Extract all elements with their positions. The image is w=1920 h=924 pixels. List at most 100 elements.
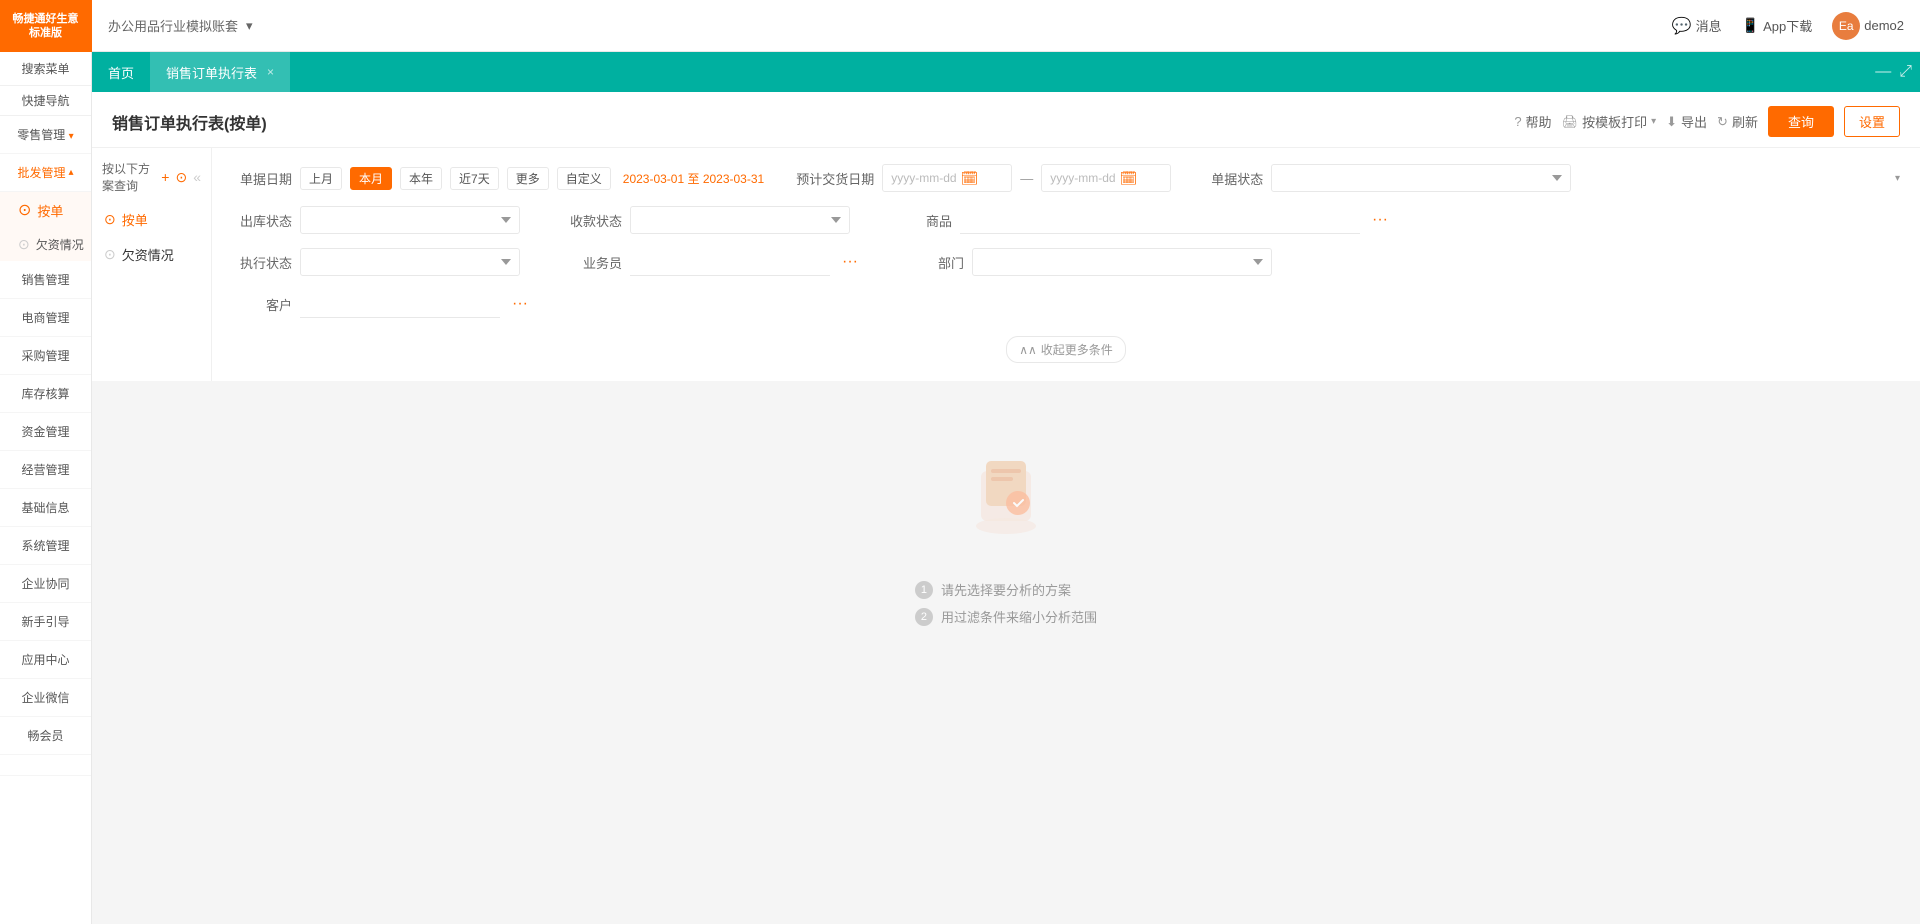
sidebar-search-label[interactable]: 搜索菜单 bbox=[21, 62, 69, 76]
sidebar-quicknav-section[interactable]: 快捷导航 bbox=[0, 86, 91, 116]
empty-state: 1 请先选择要分析的方案 2 用过滤条件来缩小分析范围 bbox=[92, 381, 1920, 694]
left-panel-item-debt[interactable]: ⊙ 欠资情况 bbox=[92, 237, 211, 272]
sidebar-item-operation[interactable]: 基础信息 bbox=[0, 489, 91, 527]
submenu-item-order-label: 按单 bbox=[37, 201, 63, 220]
copy-scheme-icon[interactable]: ⊙ bbox=[175, 169, 187, 186]
sidebar-item-member[interactable] bbox=[0, 755, 91, 776]
date-btn-more[interactable]: 更多 bbox=[507, 167, 549, 190]
help-button[interactable]: ? 帮助 bbox=[1514, 112, 1551, 131]
tab-close-icon[interactable]: × bbox=[267, 65, 274, 79]
delivery-status-select[interactable] bbox=[300, 206, 520, 234]
step-2-text: 用过滤条件来缩小分析范围 bbox=[941, 607, 1097, 626]
customer-more-icon[interactable]: ··· bbox=[508, 295, 532, 313]
doc-status-select[interactable] bbox=[1271, 164, 1571, 192]
empty-state-icon bbox=[956, 441, 1056, 560]
sidebar-item-appstore[interactable]: 企业微信 bbox=[0, 679, 91, 717]
header-arrow[interactable]: ▾ bbox=[246, 18, 253, 34]
sidebar-search-section[interactable]: 搜索菜单 bbox=[0, 52, 91, 86]
sidebar-item-retail-label: 零售管理 bbox=[17, 128, 65, 142]
sidebar-item-enterprise-label: 新手引导 bbox=[21, 615, 69, 629]
date-btn-last-month[interactable]: 上月 bbox=[300, 167, 342, 190]
sidebar-item-operation-label: 基础信息 bbox=[21, 501, 69, 515]
sidebar-item-retail[interactable]: 零售管理 ▾ bbox=[0, 116, 91, 154]
app-logo: 畅捷通好生意 标准版 bbox=[0, 0, 92, 52]
tab-sales-order[interactable]: 销售订单执行表 × bbox=[150, 52, 290, 92]
goods-input[interactable] bbox=[960, 206, 1360, 234]
date-btn-last7[interactable]: 近7天 bbox=[450, 167, 499, 190]
sidebar-item-wholesale-label: 批发管理 bbox=[17, 164, 65, 181]
step-1-number: 1 bbox=[915, 581, 933, 599]
sidebar-item-inventory[interactable]: 资金管理 bbox=[0, 413, 91, 451]
app-download-label: App下载 bbox=[1763, 16, 1812, 35]
expected-date-start-placeholder: yyyy-mm-dd bbox=[891, 171, 956, 185]
tab-home[interactable]: 首页 bbox=[92, 52, 150, 92]
sidebar-item-wholesale[interactable]: 批发管理 ▴ bbox=[0, 154, 91, 192]
date-separator: — bbox=[1020, 171, 1033, 186]
sidebar-item-guide[interactable]: 应用中心 bbox=[0, 641, 91, 679]
collapse-button[interactable]: ∧∧ 收起更多条件 bbox=[1006, 336, 1126, 363]
sidebar-item-basic[interactable]: 系统管理 bbox=[0, 527, 91, 565]
sidebar-item-system[interactable]: 企业协同 bbox=[0, 565, 91, 603]
sidebar-item-wechat-label: 畅会员 bbox=[27, 729, 63, 743]
user-avatar-text: Ea bbox=[1839, 19, 1854, 33]
sidebar-nav-label[interactable]: 快捷导航 bbox=[21, 94, 69, 108]
date-filter-group: 单据日期 上月 本月 本年 近7天 更多 自定义 2023-03-01 至 20… bbox=[232, 167, 764, 190]
salesperson-input[interactable] bbox=[630, 248, 830, 276]
submenu-item-debt[interactable]: ⊙ 欠资情况 bbox=[0, 228, 91, 261]
sidebar-item-purchase[interactable]: 库存核算 bbox=[0, 375, 91, 413]
main-area: 办公用品行业模拟账套 ▾ 💬 消息 📱 App下载 Ea demo2 首页 bbox=[92, 0, 1920, 924]
sidebar-item-finance[interactable]: 经营管理 bbox=[0, 451, 91, 489]
date-btn-custom[interactable]: 自定义 bbox=[557, 167, 611, 190]
filter-row-1: 单据日期 上月 本月 本年 近7天 更多 自定义 2023-03-01 至 20… bbox=[232, 164, 1900, 192]
date-label: 单据日期 bbox=[232, 169, 292, 188]
maximize-icon[interactable]: ⤢ bbox=[1899, 63, 1912, 81]
app-logo-text: 畅捷通好生意 bbox=[13, 12, 79, 26]
submenu-item-order[interactable]: ⊙ 按单 bbox=[0, 192, 91, 228]
customer-input[interactable] bbox=[300, 290, 500, 318]
tab-active-label: 销售订单执行表 bbox=[166, 63, 257, 82]
expected-date-end[interactable]: yyyy-mm-dd 🗓 bbox=[1041, 164, 1171, 192]
query-button[interactable]: 查询 bbox=[1768, 106, 1834, 137]
sidebar-item-ecommerce[interactable]: 采购管理 bbox=[0, 337, 91, 375]
payment-status-group: 收款状态 bbox=[562, 206, 850, 234]
left-panel-item-order[interactable]: ⊙ 按单 bbox=[92, 202, 211, 237]
settings-button[interactable]: 设置 bbox=[1844, 106, 1900, 137]
date-btn-this-year[interactable]: 本年 bbox=[400, 167, 442, 190]
export-button[interactable]: ⬇ 导出 bbox=[1666, 112, 1707, 131]
sidebar-item-wechat[interactable]: 畅会员 bbox=[0, 717, 91, 755]
collapse-panel-icon[interactable]: « bbox=[193, 169, 201, 185]
salesperson-more-icon[interactable]: ··· bbox=[838, 253, 862, 271]
calendar-end-icon[interactable]: 🗓 bbox=[1120, 170, 1138, 187]
app-download-button[interactable]: 📱 App下载 bbox=[1742, 16, 1813, 35]
execution-status-label: 执行状态 bbox=[232, 253, 292, 272]
sidebar-item-sales[interactable]: 电商管理 bbox=[0, 299, 91, 337]
sidebar-item-wholesale-arrow: ▴ bbox=[68, 167, 73, 178]
phone-icon: 📱 bbox=[1742, 17, 1759, 34]
calendar-start-icon[interactable]: 🗓 bbox=[961, 170, 979, 187]
execution-status-select[interactable] bbox=[300, 248, 520, 276]
dept-select[interactable] bbox=[972, 248, 1272, 276]
page-content: 销售订单执行表(按单) ? 帮助 🖨 按模板打印 ▾ ⬇ 导出 ↻ 刷新 bbox=[92, 92, 1920, 924]
message-button[interactable]: 💬 消息 bbox=[1672, 16, 1722, 36]
user-profile[interactable]: Ea demo2 bbox=[1832, 12, 1904, 40]
print-button[interactable]: 🖨 按模板打印 ▾ bbox=[1562, 112, 1657, 131]
left-panel-debt-label: 欠资情况 bbox=[122, 245, 174, 264]
delivery-status-group: 出库状态 bbox=[232, 206, 520, 234]
goods-more-icon[interactable]: ··· bbox=[1368, 211, 1392, 229]
date-btn-this-month[interactable]: 本月 bbox=[350, 167, 392, 190]
payment-status-select[interactable] bbox=[630, 206, 850, 234]
print-label: 按模板打印 bbox=[1582, 112, 1647, 131]
left-panel-header: 按以下方案查询 + ⊙ « bbox=[92, 160, 211, 202]
filter-row-3: 执行状态 业务员 ··· 部门 bbox=[232, 248, 1900, 276]
sidebar-item-enterprise[interactable]: 新手引导 bbox=[0, 603, 91, 641]
expected-date-filter-group: 预计交货日期 yyyy-mm-dd 🗓 — yyyy-mm-dd 🗓 bbox=[796, 164, 1171, 192]
filter-panel: 单据日期 上月 本月 本年 近7天 更多 自定义 2023-03-01 至 20… bbox=[212, 148, 1920, 381]
add-scheme-icon[interactable]: + bbox=[161, 169, 169, 185]
minimize-icon[interactable]: — bbox=[1875, 63, 1891, 81]
collapse-bar: ∧∧ 收起更多条件 bbox=[232, 332, 1900, 373]
page-title-bar: 销售订单执行表(按单) ? 帮助 🖨 按模板打印 ▾ ⬇ 导出 ↻ 刷新 bbox=[92, 92, 1920, 148]
refresh-button[interactable]: ↻ 刷新 bbox=[1717, 112, 1758, 131]
user-name: demo2 bbox=[1864, 18, 1904, 33]
expected-date-start[interactable]: yyyy-mm-dd 🗓 bbox=[882, 164, 1012, 192]
sidebar-item-marketing[interactable]: 销售管理 bbox=[0, 261, 91, 299]
